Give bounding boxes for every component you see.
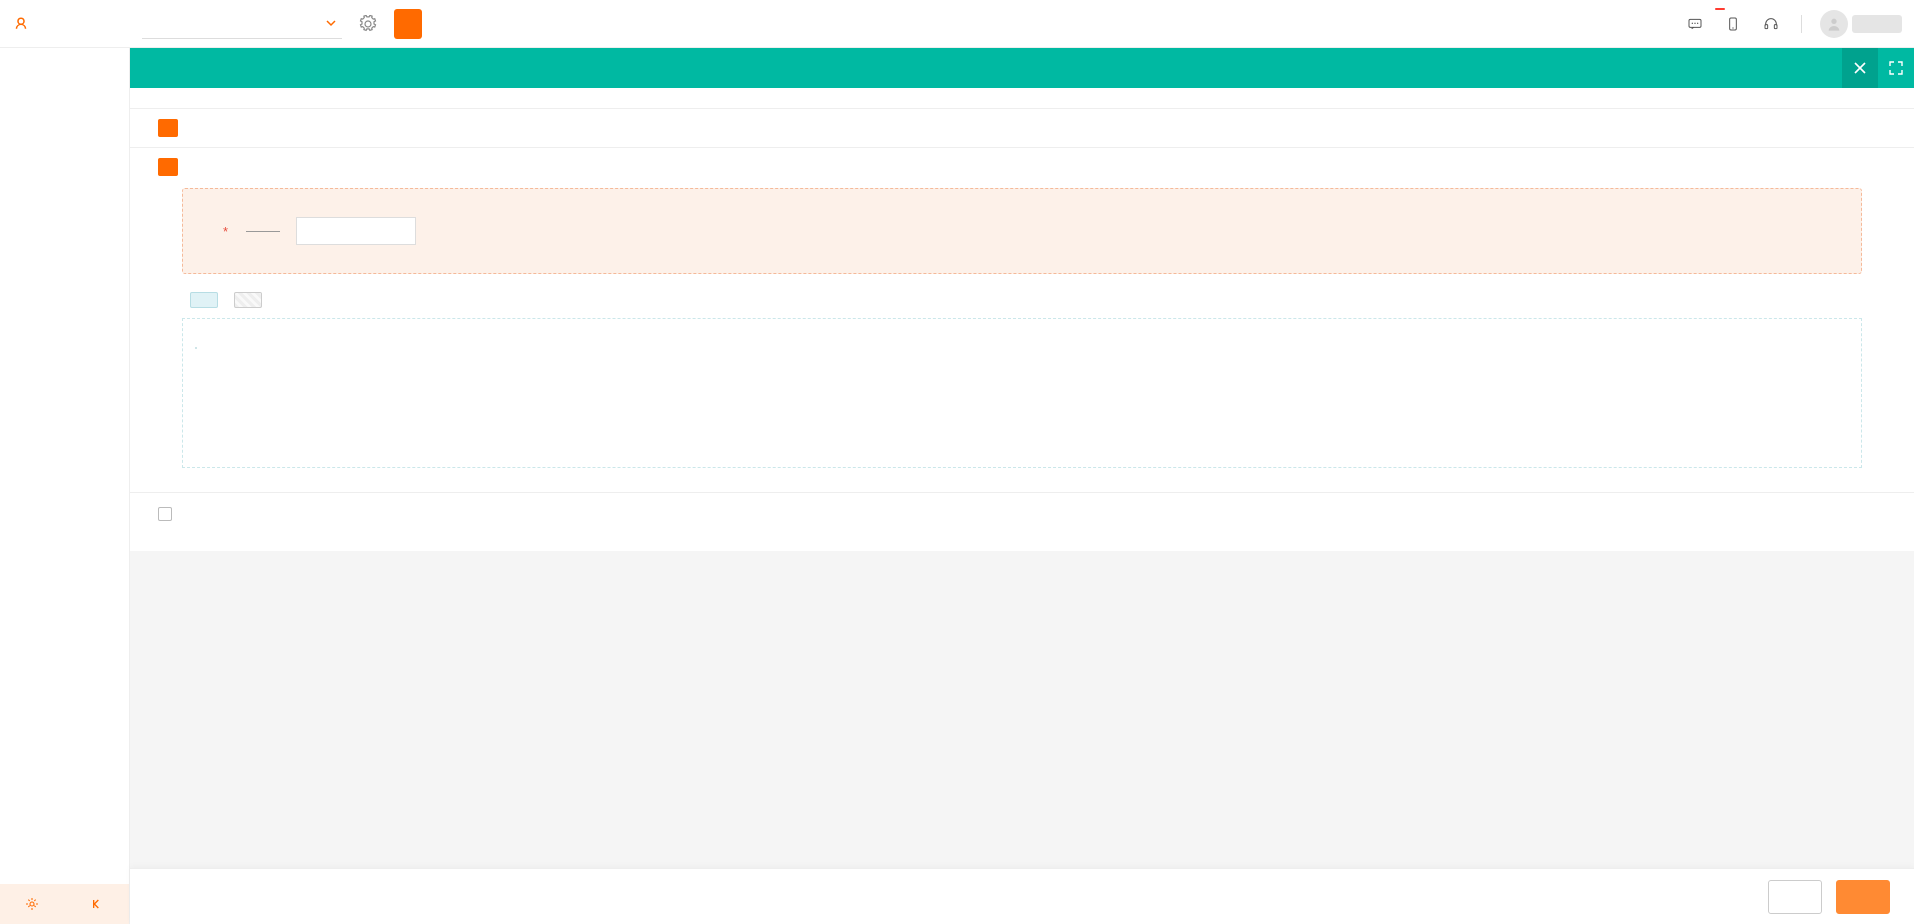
app-header [0,0,1914,48]
user-name-placeholder [1852,15,1902,33]
logo-icon [12,16,30,34]
section-1-number [158,119,178,137]
close-icon [1853,61,1867,75]
breadcrumb [130,88,1914,108]
mobile-icon [1725,16,1741,32]
messages-button[interactable] [1687,16,1707,32]
messages-badge [1715,8,1725,10]
sidebar-collapse-button[interactable] [82,889,112,919]
indicator-table [195,347,197,349]
section-template [130,108,1914,147]
vertical-dimension-label: * [223,224,230,239]
save-section [130,493,1914,551]
collapse-icon [89,896,105,912]
user-menu[interactable] [1820,10,1902,38]
gear-icon [359,15,377,33]
template-box [182,318,1862,468]
connector-line [246,231,280,232]
tab-bar [130,48,1914,88]
dimension-box: * [182,188,1862,274]
section-config: * [130,147,1914,492]
sidebar [0,48,130,924]
close-all-tabs-button[interactable] [1842,48,1878,88]
fullscreen-icon [1889,61,1903,75]
logo-area [12,16,122,32]
main: * [130,48,1914,924]
message-icon [1687,16,1703,32]
dimension-select[interactable] [296,217,416,245]
settings-button[interactable] [356,12,380,36]
section-2-number [158,158,178,176]
query-button[interactable] [1836,880,1890,914]
online-service-button[interactable] [1763,16,1783,32]
headset-icon [1763,16,1779,32]
sidebar-footer [0,884,129,924]
divider [1801,15,1802,33]
company-select[interactable] [142,9,342,39]
gear-icon [24,896,40,912]
save-plan-checkbox[interactable] [158,507,172,521]
avatar-icon [1820,10,1848,38]
header-right [1687,10,1902,38]
template-legend [182,292,1886,308]
action-footer [130,868,1914,924]
sidebar-settings-button[interactable] [17,889,47,919]
cancel-button[interactable] [1768,880,1822,914]
nondraggable-swatch [234,292,262,308]
draggable-swatch [190,292,218,308]
experience-plan-button[interactable] [394,9,422,39]
chevron-down-icon [326,18,336,28]
app-download-button[interactable] [1725,16,1745,32]
fullscreen-button[interactable] [1878,48,1914,88]
